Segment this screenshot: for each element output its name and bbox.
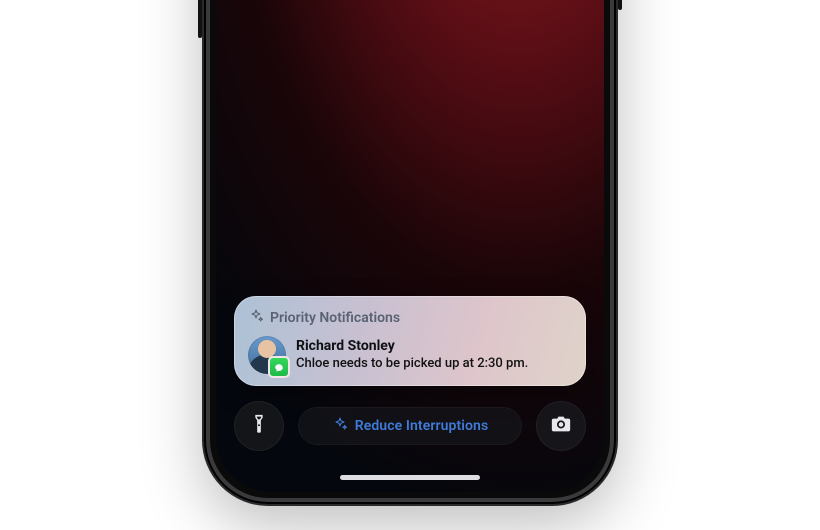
priority-notifications-title: Priority Notifications xyxy=(270,310,400,326)
lock-screen-bottom-area: Priority Notifications Ric xyxy=(216,252,604,492)
notification-text: Richard Stonley Chloe needs to be picked… xyxy=(296,338,528,372)
home-indicator[interactable] xyxy=(340,475,480,480)
notification-item[interactable]: Richard Stonley Chloe needs to be picked… xyxy=(248,336,572,374)
sender-avatar-wrap xyxy=(248,336,286,374)
focus-mode-label: Reduce Interruptions xyxy=(355,418,489,434)
iphone-device-frame: Priority Notifications Ric xyxy=(202,0,618,506)
notification-message: Chloe needs to be picked up at 2:30 pm. xyxy=(296,356,528,372)
camera-icon xyxy=(550,413,572,439)
volume-down-button xyxy=(198,0,202,38)
focus-mode-pill[interactable]: Reduce Interruptions xyxy=(298,407,522,445)
product-shot-stage: Priority Notifications Ric xyxy=(0,0,820,530)
messages-app-badge xyxy=(268,356,290,378)
priority-notifications-header: Priority Notifications xyxy=(248,308,572,328)
lock-screen: Priority Notifications Ric xyxy=(216,0,604,492)
focus-sparkle-icon xyxy=(332,416,348,436)
notification-sender: Richard Stonley xyxy=(296,338,528,356)
side-power-button xyxy=(618,0,622,10)
flashlight-icon xyxy=(248,413,270,439)
flashlight-button[interactable] xyxy=(234,401,284,451)
messages-icon xyxy=(274,358,284,377)
priority-notifications-card[interactable]: Priority Notifications Ric xyxy=(234,296,586,386)
priority-sparkle-icon xyxy=(248,308,264,328)
lock-screen-dock-row: Reduce Interruptions xyxy=(234,400,586,452)
camera-button[interactable] xyxy=(536,401,586,451)
